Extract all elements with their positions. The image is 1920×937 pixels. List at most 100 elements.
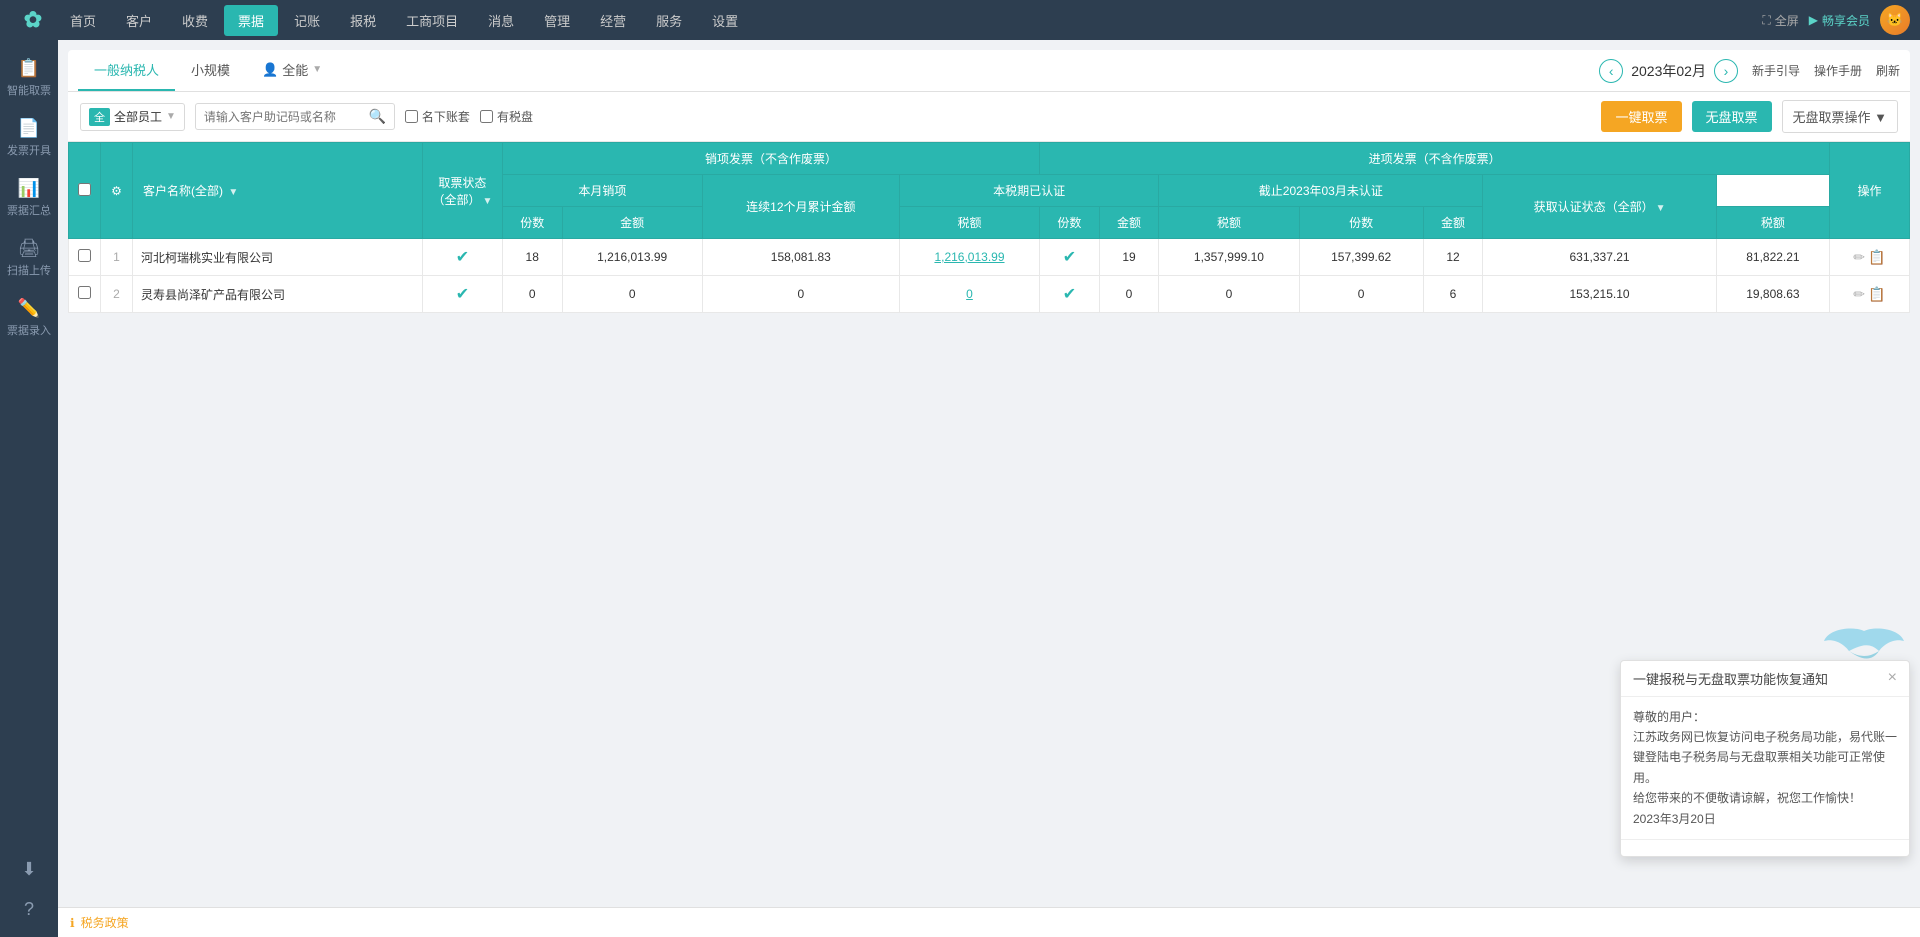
th-operations: 操作 <box>1830 143 1910 239</box>
fetch-status-cell: ✔ <box>422 276 502 313</box>
sales-12m-cell[interactable]: 0 <box>899 276 1039 313</box>
vip-button[interactable]: ▶ 畅享会员 <box>1809 12 1870 29</box>
app-logo[interactable]: ✿ <box>10 0 56 40</box>
nav-settings[interactable]: 设置 <box>698 5 752 36</box>
search-box: 🔍 <box>195 103 395 130</box>
th-monthly-sales: 本月销项 <box>502 175 702 207</box>
nav-invoice[interactable]: 票据 <box>224 5 278 36</box>
nav-tax[interactable]: 报税 <box>336 5 390 36</box>
nav-operation[interactable]: 经营 <box>586 5 640 36</box>
pur-uncert-count-cell: 6 <box>1423 276 1483 313</box>
tab-small-scale[interactable]: 小规模 <box>175 50 246 91</box>
one-click-fetch-button[interactable]: 一键取票 <box>1601 101 1681 132</box>
invoice-create-label: 发票开具 <box>7 142 51 158</box>
scan-upload-label: 扫描上传 <box>7 262 51 278</box>
nav-home[interactable]: 首页 <box>56 5 110 36</box>
tab-all[interactable]: 👤 全能 ▼ <box>246 50 338 91</box>
sidebar-item-invoice-summary[interactable]: 📊 票据汇总 <box>3 170 55 226</box>
nav-service[interactable]: 服务 <box>642 5 696 36</box>
pur-cert-tax-cell: 0 <box>1299 276 1423 313</box>
all-dropdown-icon[interactable]: ▼ <box>312 64 322 75</box>
invoice-create-icon: 📄 <box>18 118 40 139</box>
notice-line: 江苏政务网已恢复访问电子税务局功能，易代账一键登陆电子税务局与无盘取票相关功能可… <box>1633 727 1897 788</box>
vip-label: 畅享会员 <box>1822 12 1870 29</box>
fetch-status-icon: ✔ <box>456 286 469 303</box>
tab-general-taxpayer[interactable]: 一般纳税人 <box>78 50 175 91</box>
nav-business[interactable]: 工商项目 <box>392 5 472 36</box>
th-pur-uncert-count: 份数 <box>1299 207 1423 239</box>
row-checkbox-cell[interactable] <box>69 276 101 313</box>
nav-right-area: ⛶ 全屏 ▶ 畅享会员 🐱 <box>1762 5 1910 35</box>
row-ops-cell: ✏ 📋 <box>1830 239 1910 276</box>
sales-tax-cell: 0 <box>702 276 899 313</box>
detail-icon[interactable]: 📋 <box>1868 286 1885 302</box>
beginner-guide-link[interactable]: 新手引导 <box>1752 62 1800 79</box>
nav-fee[interactable]: 收费 <box>168 5 222 36</box>
nav-menu: 首页 客户 收费 票据 记账 报税 工商项目 消息 管理 经营 服务 设置 <box>56 5 1762 36</box>
th-client-name: 客户名称(全部) ▼ <box>133 143 423 239</box>
invoice-entry-icon: ✏️ <box>18 298 40 319</box>
pur-uncert-tax-cell: 19,808.63 <box>1716 276 1829 313</box>
table-row: 2 灵寿县尚泽矿产品有限公司 ✔ 0 0 0 0 ✔ 0 0 0 6 153,2… <box>69 276 1910 313</box>
sidebar-help-icon[interactable]: ? <box>11 891 47 927</box>
cert-status-icon: ✔ <box>1063 286 1076 303</box>
checkbox-own-account[interactable]: 名下账套 <box>405 108 470 125</box>
th-uncertified-deadline: 截止2023年03月未认证 <box>1159 175 1483 207</box>
notice-popup: 一键报税与无盘取票功能恢复通知 × 尊敬的用户：江苏政务网已恢复访问电子税务局功… <box>1620 660 1910 857</box>
sidebar-item-invoice-entry[interactable]: ✏️ 票据录入 <box>3 290 55 346</box>
row-checkbox-cell[interactable] <box>69 239 101 276</box>
sales-12m-cell[interactable]: 1,216,013.99 <box>899 239 1039 276</box>
sidebar-download-icon[interactable]: ⬇ <box>11 851 47 887</box>
tax-disk-checkbox[interactable] <box>480 110 493 123</box>
th-sales-group: 销项发票（不含作废票） <box>502 143 1039 175</box>
sales-amount-cell: 1,216,013.99 <box>562 239 702 276</box>
tax-policy-link[interactable]: 税务政策 <box>81 914 129 931</box>
search-input[interactable] <box>204 110 369 124</box>
sales-amount-cell: 0 <box>562 276 702 313</box>
refresh-link[interactable]: 刷新 <box>1876 62 1900 79</box>
sidebar-item-smart-fetch[interactable]: 📋 智能取票 <box>3 50 55 106</box>
employee-filter-arrow: ▼ <box>166 111 176 122</box>
scan-upload-icon: 🖨 <box>18 238 41 259</box>
row-ops-cell: ✏ 📋 <box>1830 276 1910 313</box>
fullscreen-button[interactable]: ⛶ 全屏 <box>1762 12 1798 29</box>
notice-close-button[interactable]: × <box>1888 670 1897 686</box>
notice-body: 尊敬的用户：江苏政务网已恢复访问电子税务局功能，易代账一键登陆电子税务局与无盘取… <box>1621 697 1909 839</box>
status-bar: ℹ 税务政策 <box>58 907 1920 937</box>
invoice-table: ⚙ 客户名称(全部) ▼ 取票状态（全部）▼ 销项发票（不含作废票） 进项发票（… <box>68 142 1910 313</box>
current-date: 2023年02月 <box>1631 61 1706 81</box>
sidebar-item-scan-upload[interactable]: 🖨 扫描上传 <box>3 230 55 286</box>
user-avatar[interactable]: 🐱 <box>1880 5 1910 35</box>
filter-tag: 全 <box>89 108 110 126</box>
no-disk-fetch-button[interactable]: 无盘取票 <box>1692 101 1772 132</box>
nav-client[interactable]: 客户 <box>112 5 166 36</box>
sidebar-item-invoice-create[interactable]: 📄 发票开具 <box>3 110 55 166</box>
no-disk-ops-button[interactable]: 无盘取票操作 ▼ <box>1782 100 1898 133</box>
edit-icon[interactable]: ✏ <box>1853 249 1865 265</box>
top-navigation: ✿ 首页 客户 收费 票据 记账 报税 工商项目 消息 管理 经营 服务 设置 … <box>0 0 1920 40</box>
status-info-icon: ℹ <box>70 916 75 930</box>
notice-footer <box>1621 839 1909 856</box>
edit-icon[interactable]: ✏ <box>1853 286 1865 302</box>
tab-bar: 一般纳税人 小规模 👤 全能 ▼ ‹ 2023年02月 › 新手引导 操作手册 … <box>68 50 1910 92</box>
next-month-button[interactable]: › <box>1714 59 1738 83</box>
fullscreen-label: 全屏 <box>1775 12 1799 29</box>
checkbox-tax-disk[interactable]: 有税盘 <box>480 108 533 125</box>
nav-message[interactable]: 消息 <box>474 5 528 36</box>
search-icon[interactable]: 🔍 <box>368 108 385 125</box>
th-sales-tax: 税额 <box>899 207 1039 239</box>
th-12m-total: 连续12个月累计金额 <box>702 175 899 239</box>
nav-accounting[interactable]: 记账 <box>280 5 334 36</box>
row-checkbox[interactable] <box>78 286 91 299</box>
prev-month-button[interactable]: ‹ <box>1599 59 1623 83</box>
detail-icon[interactable]: 📋 <box>1868 249 1885 265</box>
own-account-label: 名下账套 <box>422 108 470 125</box>
nav-manage[interactable]: 管理 <box>530 5 584 36</box>
th-fetch-status: 取票状态（全部）▼ <box>422 143 502 239</box>
manual-link[interactable]: 操作手册 <box>1814 62 1862 79</box>
pur-uncert-amount-cell: 153,215.10 <box>1483 276 1716 313</box>
row-checkbox[interactable] <box>78 249 91 262</box>
own-account-checkbox[interactable] <box>405 110 418 123</box>
select-all-checkbox[interactable] <box>78 183 91 196</box>
employee-filter[interactable]: 全 全部员工 ▼ <box>80 103 185 131</box>
